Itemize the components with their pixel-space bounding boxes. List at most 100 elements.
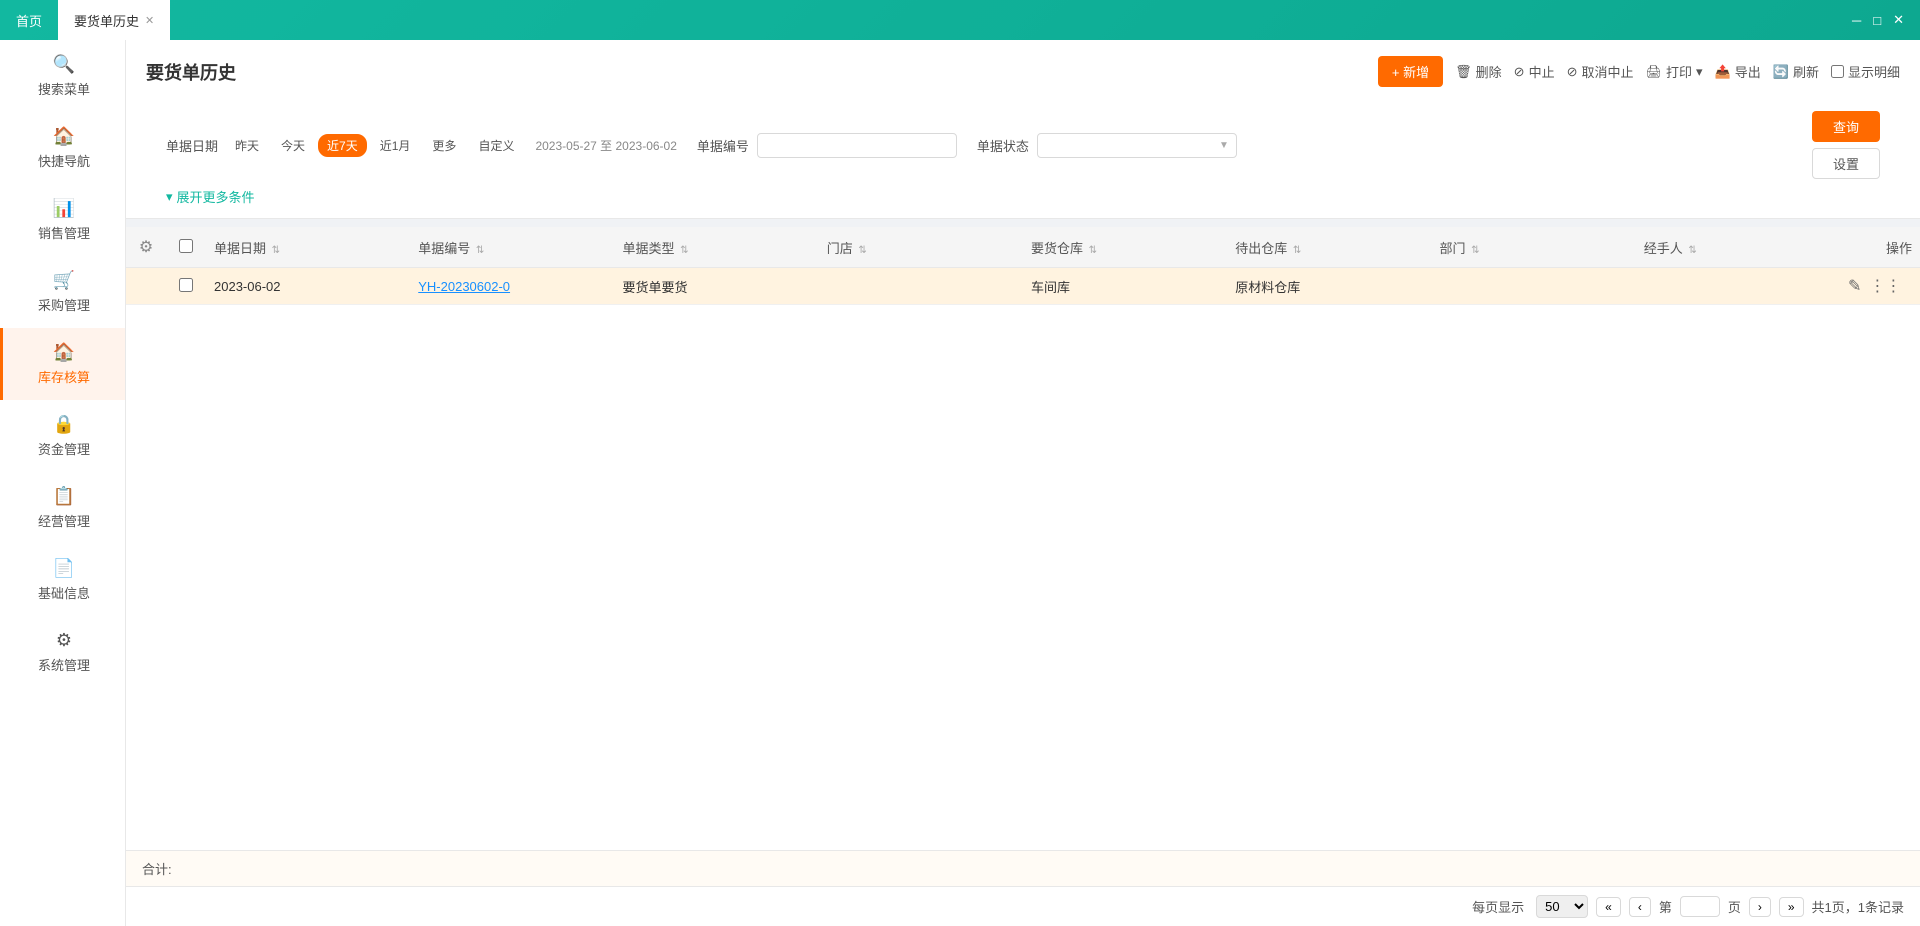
table-footer: 合计: (126, 850, 1920, 886)
filter-area: 单据日期 昨天 今天 近7天 近1月 更多 自定义 2023-05-27 至 2… (146, 99, 1900, 218)
display-detail-button[interactable]: 显示明细 (1831, 62, 1900, 81)
column-settings-icon[interactable]: ⚙ (139, 239, 153, 256)
row-operations: ✎ ⋮⋮ (1840, 268, 1920, 305)
row-doc-date: 2023-06-02 (206, 268, 410, 305)
minimize-icon[interactable]: ─ (1852, 13, 1861, 28)
table-header-row: ⚙ 单据日期 ⇅ 单据编号 ⇅ (126, 227, 1920, 268)
sidebar-item-quick-nav[interactable]: 🏠 快捷导航 (0, 112, 125, 184)
doc-number-sort-icon[interactable]: ⇅ (476, 245, 484, 256)
next-page-button[interactable]: › (1749, 897, 1771, 917)
date-filter-label: 单据日期 (166, 136, 218, 155)
row-edit-button[interactable]: ✎ (1848, 276, 1861, 296)
sidebar-item-search-menu[interactable]: 🔍 搜索菜单 (0, 40, 125, 112)
filter-action-buttons: 查询 设置 (1812, 111, 1880, 179)
sidebar-item-capital-mgmt[interactable]: 🔒 资金管理 (0, 400, 125, 472)
row-store (819, 268, 1023, 305)
print-icon: 🖨 (1646, 64, 1663, 80)
close-tab-icon[interactable]: ✕ (145, 14, 154, 27)
doc-status-label: 单据状态 (977, 136, 1029, 155)
select-all-checkbox[interactable] (179, 239, 193, 253)
doc-status-filter-group: 单据状态 (977, 133, 1237, 158)
stop-button[interactable]: ⊘ 中止 (1514, 62, 1555, 81)
sidebar-item-purchase-mgmt[interactable]: 🛒 采购管理 (0, 256, 125, 328)
topbar: 首页 要货单历史 ✕ ─ □ ✕ (0, 0, 1920, 40)
table-wrapper: ⚙ 单据日期 ⇅ 单据编号 ⇅ (126, 227, 1920, 850)
sidebar-item-system-mgmt[interactable]: ⚙ 系统管理 (0, 616, 125, 688)
delete-button[interactable]: 🗑 删除 (1455, 62, 1502, 81)
pagination-area: 每页显示 50 100 200 « ‹ 第 1 页 › » 共1页，1条记录 (126, 886, 1920, 926)
print-button[interactable]: 🖨 打印 ▾ (1646, 62, 1703, 81)
row-pending-warehouse: 原材料仓库 (1227, 268, 1431, 305)
main-layout: 🔍 搜索菜单 🏠 快捷导航 📊 销售管理 🛒 采购管理 🏠 库存核算 🔒 资金管… (0, 40, 1920, 926)
doc-type-sort-icon[interactable]: ⇅ (680, 245, 688, 256)
date-btn-custom[interactable]: 自定义 (469, 134, 523, 157)
row-req-warehouse: 车间库 (1023, 268, 1227, 305)
first-page-button[interactable]: « (1596, 897, 1621, 917)
doc-number-link[interactable]: YH-20230602-0 (418, 279, 510, 294)
row-action-buttons: ✎ ⋮⋮ (1848, 276, 1912, 296)
display-detail-checkbox[interactable] (1831, 65, 1844, 78)
pending-warehouse-sort-icon[interactable]: ⇅ (1293, 245, 1301, 256)
table-body: 2023-06-02 YH-20230602-0 要货单要货 车间库 原材料仓库… (126, 268, 1920, 305)
maximize-icon[interactable]: □ (1873, 13, 1881, 28)
cancel-stop-icon: ⊘ (1567, 64, 1578, 80)
date-btn-last1month[interactable]: 近1月 (371, 134, 420, 157)
close-window-icon[interactable]: ✕ (1893, 12, 1904, 28)
sidebar-item-sales-mgmt[interactable]: 📊 销售管理 (0, 184, 125, 256)
store-sort-icon[interactable]: ⇅ (858, 245, 866, 256)
query-button[interactable]: 查询 (1812, 111, 1880, 142)
page-title-row: 要货单历史 + 新增 🗑 删除 ⊘ 中止 ⊘ 取消中止 (146, 56, 1900, 87)
sales-icon: 📊 (53, 198, 75, 219)
filter-settings-button[interactable]: 设置 (1812, 148, 1880, 179)
col-pending-warehouse: 待出仓库 ⇅ (1227, 227, 1431, 268)
handler-sort-icon[interactable]: ⇅ (1688, 245, 1696, 256)
col-settings: ⚙ (126, 227, 166, 268)
system-mgmt-icon: ⚙ (56, 630, 72, 651)
stop-icon: ⊘ (1514, 64, 1525, 80)
doc-number-label: 单据编号 (697, 136, 749, 155)
row-checkbox[interactable] (179, 278, 193, 292)
cancel-stop-button[interactable]: ⊘ 取消中止 (1567, 62, 1634, 81)
doc-number-input[interactable] (757, 133, 957, 158)
toolbar: + 新增 🗑 删除 ⊘ 中止 ⊘ 取消中止 🖨 打 (1378, 56, 1900, 87)
row-checkbox-cell (166, 268, 206, 305)
row-department (1432, 268, 1636, 305)
sidebar-item-basic-info[interactable]: 📄 基础信息 (0, 544, 125, 616)
col-department: 部门 ⇅ (1432, 227, 1636, 268)
sidebar-item-operations-mgmt[interactable]: 📋 经营管理 (0, 472, 125, 544)
col-doc-date: 单据日期 ⇅ (206, 227, 410, 268)
refresh-button[interactable]: 🔄 刷新 (1773, 62, 1819, 81)
table-row: 2023-06-02 YH-20230602-0 要货单要货 车间库 原材料仓库… (126, 268, 1920, 305)
department-sort-icon[interactable]: ⇅ (1471, 245, 1479, 256)
page-header: 要货单历史 + 新增 🗑 删除 ⊘ 中止 ⊘ 取消中止 (126, 40, 1920, 219)
page-title: 要货单历史 (146, 59, 236, 85)
doc-status-select-wrapper (1037, 133, 1237, 158)
add-button[interactable]: + 新增 (1378, 56, 1443, 87)
refresh-icon: 🔄 (1773, 64, 1789, 80)
date-btn-yesterday[interactable]: 昨天 (226, 134, 268, 157)
date-btn-more[interactable]: 更多 (423, 134, 465, 157)
per-page-select[interactable]: 50 100 200 (1536, 895, 1588, 918)
req-warehouse-sort-icon[interactable]: ⇅ (1089, 245, 1097, 256)
sidebar-item-inventory-calc[interactable]: 🏠 库存核算 (0, 328, 125, 400)
date-filter-buttons: 昨天 今天 近7天 近1月 更多 自定义 (226, 134, 523, 157)
prev-page-button[interactable]: ‹ (1629, 897, 1651, 917)
content-area: 要货单历史 + 新增 🗑 删除 ⊘ 中止 ⊘ 取消中止 (126, 40, 1920, 926)
col-store: 门店 ⇅ (819, 227, 1023, 268)
date-btn-last7days[interactable]: 近7天 (318, 134, 367, 157)
tab-requisition-history[interactable]: 要货单历史 ✕ (58, 0, 170, 40)
page-number-input[interactable]: 1 (1680, 896, 1720, 917)
row-handler (1636, 268, 1840, 305)
print-dropdown-icon: ▾ (1696, 64, 1703, 80)
tab-home[interactable]: 首页 (0, 0, 58, 40)
date-btn-today[interactable]: 今天 (272, 134, 314, 157)
last-page-button[interactable]: » (1779, 897, 1804, 917)
doc-status-select[interactable] (1037, 133, 1237, 158)
quick-nav-icon: 🏠 (53, 126, 75, 147)
topbar-right: ─ □ ✕ (1852, 12, 1920, 28)
expand-more-icon: ▾ (166, 189, 173, 205)
expand-more-button[interactable]: ▾ 展开更多条件 (166, 187, 1880, 206)
row-more-button[interactable]: ⋮⋮ (1869, 276, 1901, 296)
doc-date-sort-icon[interactable]: ⇅ (272, 245, 280, 256)
export-button[interactable]: 📤 导出 (1715, 62, 1761, 81)
